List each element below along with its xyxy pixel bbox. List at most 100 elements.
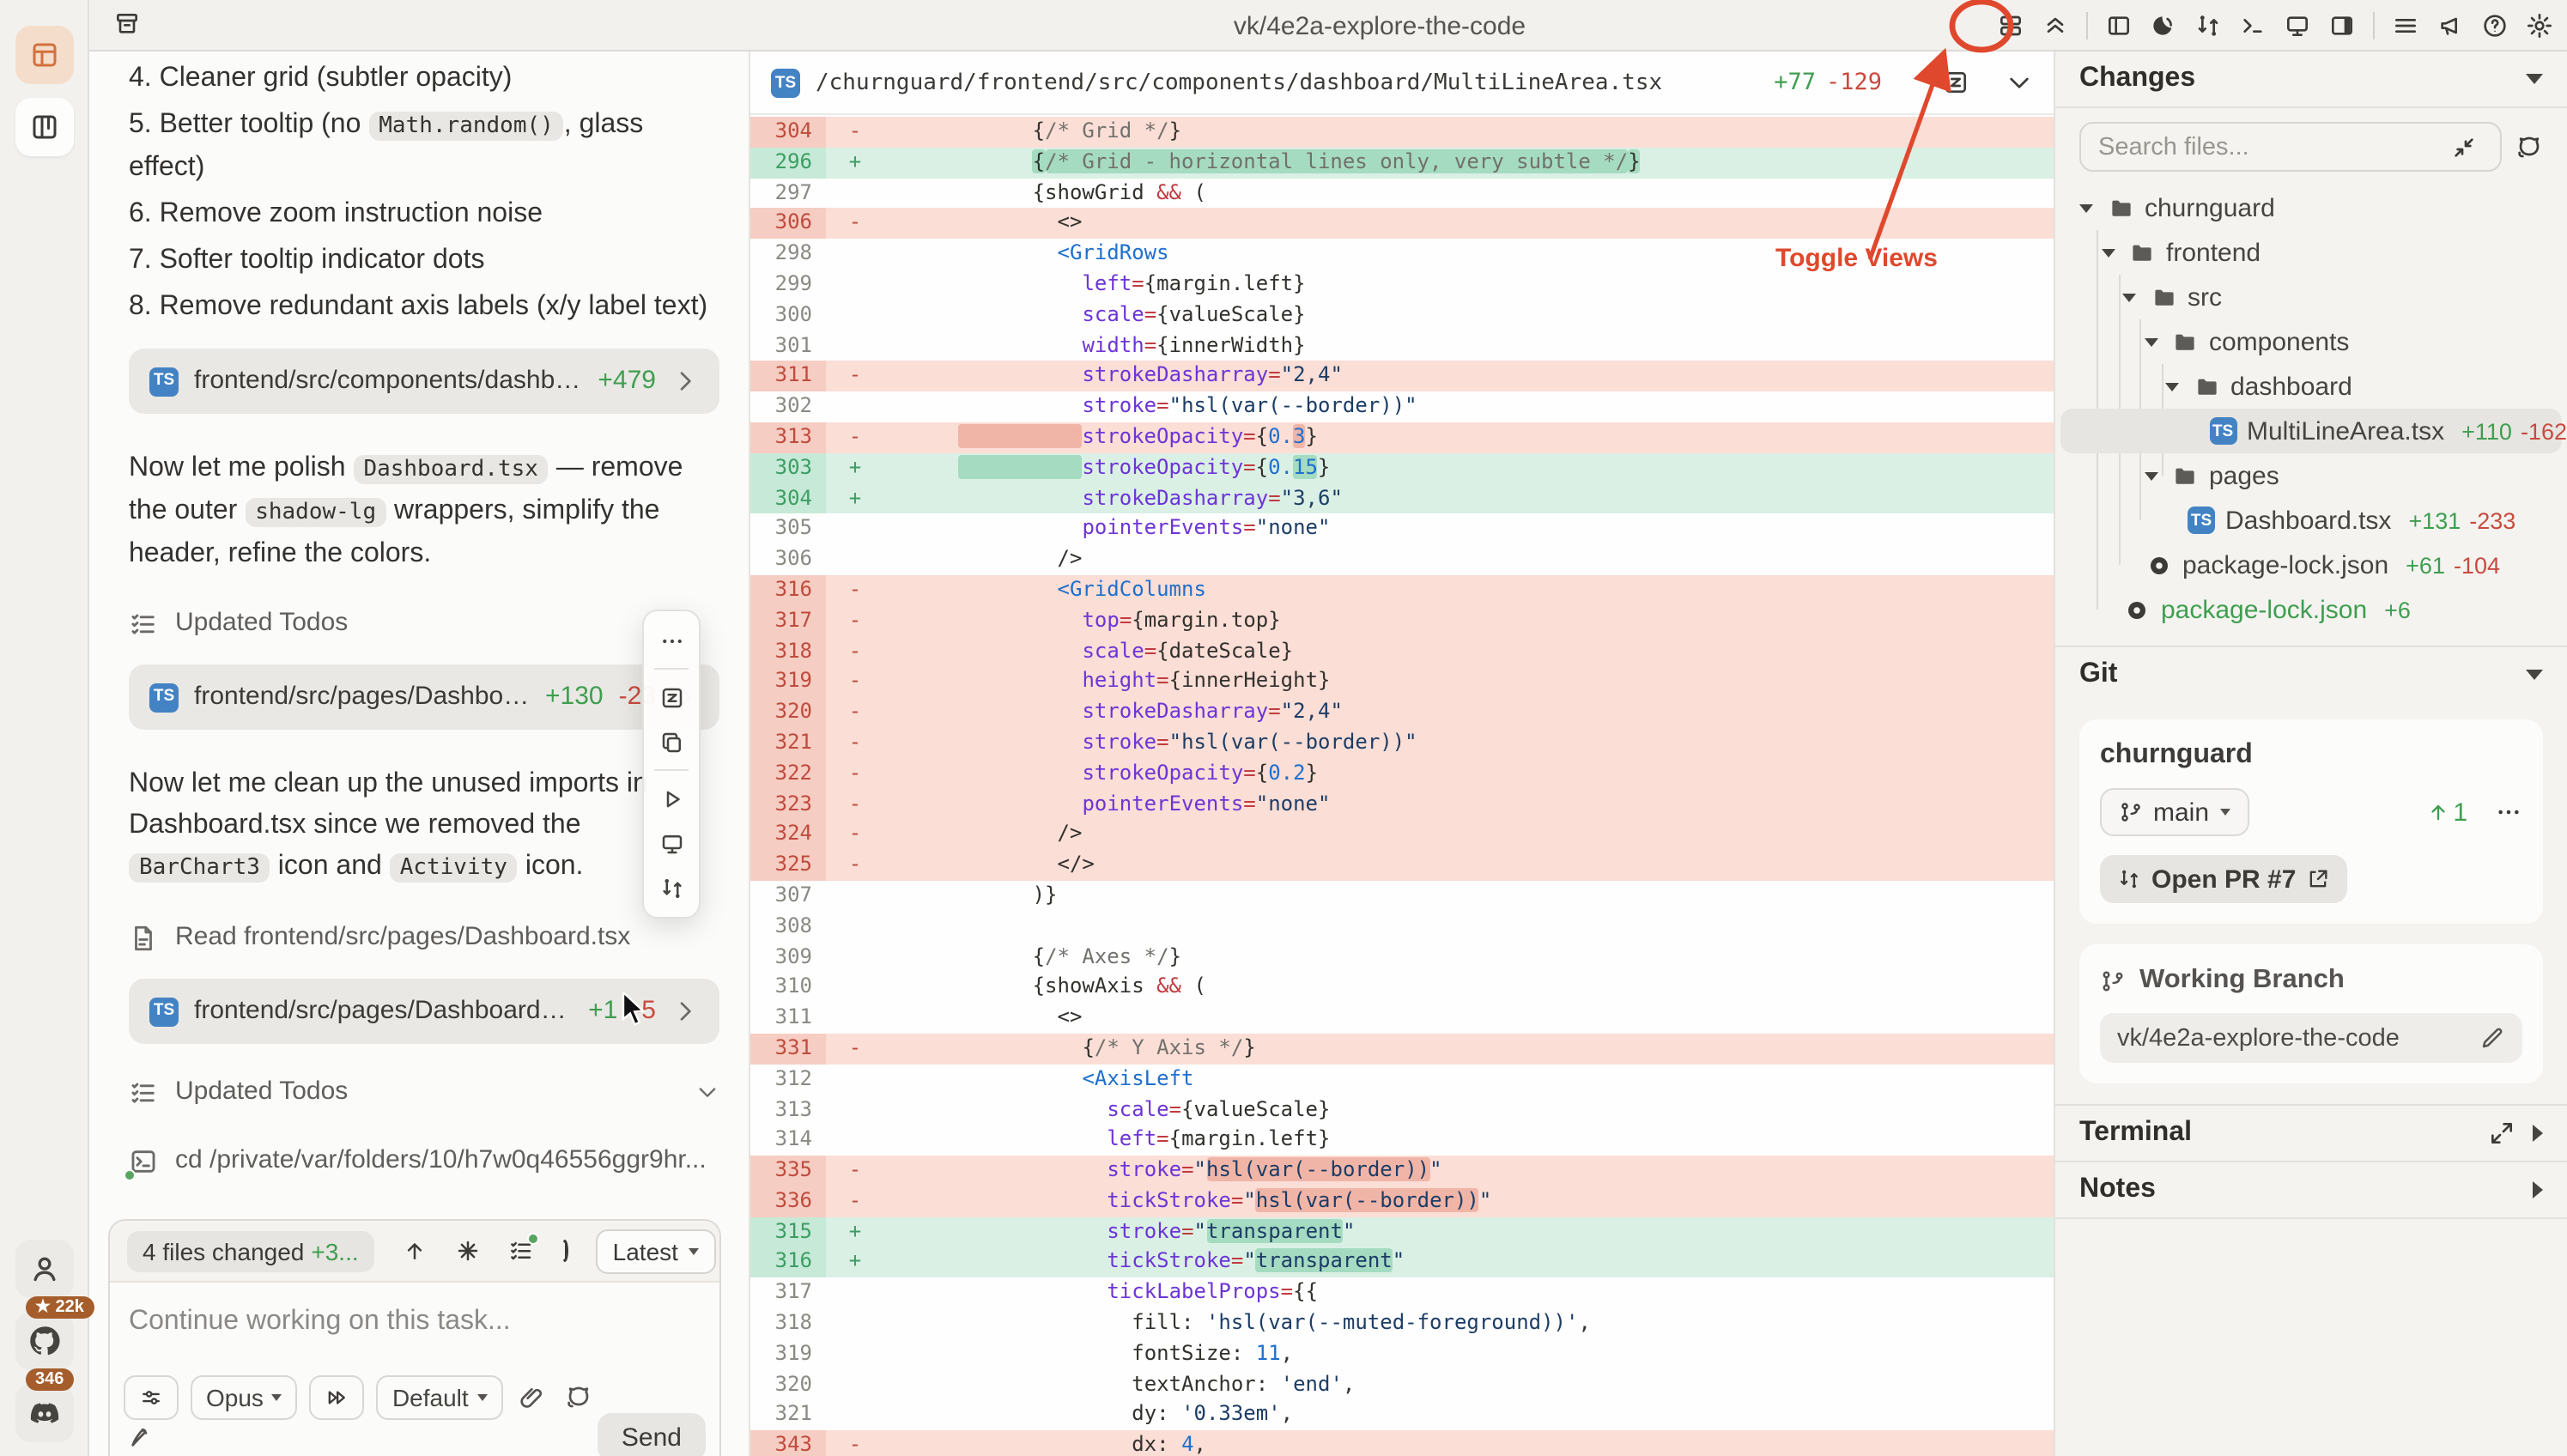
chip-file-path: frontend/src/pages/Dashboar... — [194, 676, 530, 718]
collapse-up-button[interactable] — [2038, 9, 2072, 43]
burst-icon[interactable] — [455, 1238, 481, 1264]
expand-icon[interactable] — [2488, 1119, 2515, 1147]
diff-row: 312 <AxisLeft — [750, 1064, 2054, 1095]
caret-down-icon[interactable] — [2122, 293, 2136, 301]
chevron-down-icon[interactable] — [695, 1080, 719, 1104]
terminal-section-header[interactable]: Terminal — [2055, 1104, 2567, 1161]
archive-icon[interactable] — [113, 10, 141, 38]
diff-sign: - — [826, 850, 884, 881]
tree-item-package-lock.json[interactable]: package-lock.json+61-104 — [2060, 543, 2562, 587]
file-diff-chip[interactable]: TS frontend/src/pages/Dashboar... +130 -… — [129, 664, 719, 730]
file-diff-chip[interactable]: TS frontend/src/components/dashboa... +4… — [129, 349, 719, 414]
diff-sign: - — [826, 1186, 884, 1217]
tree-item-Dashboard.tsx[interactable]: TSDashboard.tsx+131-233 — [2060, 498, 2562, 543]
rail-kanban-button[interactable] — [15, 98, 73, 156]
branch-dropdown[interactable]: main — [2100, 788, 2248, 836]
git-section-header[interactable]: Git — [2055, 646, 2567, 702]
panel-right-button[interactable] — [2325, 9, 2359, 43]
updated-todos-row[interactable]: Updated Todos — [129, 603, 719, 644]
help-button[interactable] — [2478, 9, 2512, 43]
megaphone-button[interactable] — [2433, 9, 2467, 43]
scroll-up-button[interactable] — [402, 1238, 428, 1264]
github-button[interactable] — [15, 1312, 73, 1370]
latest-dropdown[interactable]: Latest — [596, 1228, 716, 1273]
fast-forward-button[interactable] — [310, 1375, 365, 1420]
message-input[interactable]: Continue working on this task... — [129, 1307, 511, 1338]
rail-layout-button[interactable] — [15, 26, 73, 84]
working-branch-input[interactable]: vk/4e2a-explore-the-code — [2100, 1013, 2522, 1063]
theme-button[interactable] — [2146, 9, 2181, 43]
settings-sliders-button[interactable] — [124, 1375, 179, 1420]
discord-button[interactable] — [15, 1384, 73, 1442]
mode-dropdown[interactable]: Default — [377, 1375, 503, 1420]
terminal-button[interactable] — [2236, 9, 2270, 43]
compare-button[interactable] — [644, 865, 699, 910]
caret-down-icon[interactable] — [2165, 382, 2179, 391]
github-cat-icon[interactable] — [2515, 133, 2543, 161]
run-button[interactable] — [644, 776, 699, 821]
more-actions-button[interactable] — [644, 618, 699, 663]
caret-down-icon[interactable] — [2101, 248, 2115, 257]
terminal-command-row[interactable]: cd /private/var/folders/10/h7w0q46556ggr… — [129, 1140, 719, 1181]
tree-item-churnguard[interactable]: churnguard — [2060, 185, 2562, 230]
display-button[interactable] — [2280, 9, 2315, 43]
line-number: 335 — [750, 1156, 826, 1186]
model-dropdown[interactable]: Opus — [191, 1375, 298, 1420]
diff-row: 336 - tickStroke="hsl(var(--border))" — [750, 1186, 2054, 1217]
code-line: {/* Grid - horizontal lines only, very s… — [884, 148, 1641, 179]
profile-button[interactable] — [15, 1240, 73, 1298]
diff-rows[interactable]: 304 - {/* Grid */} 296 + {/* Grid - hori… — [750, 117, 2054, 1456]
search-input[interactable] — [2079, 122, 2502, 172]
tool-row-label: Updated Todos — [175, 603, 348, 644]
panel-left-button[interactable] — [2102, 9, 2136, 43]
diff-sign: - — [826, 697, 884, 728]
copy-button[interactable] — [644, 719, 699, 764]
pencil-icon[interactable] — [2479, 1025, 2505, 1051]
send-button[interactable]: Send — [598, 1413, 706, 1456]
line-number: 318 — [750, 636, 826, 667]
menu-button[interactable] — [2388, 9, 2423, 43]
toggle-views-button[interactable] — [1994, 9, 2028, 43]
diff-sign — [826, 270, 884, 300]
git-compare-icon — [658, 875, 684, 901]
line-number: 304 — [750, 117, 826, 148]
line-number: 317 — [750, 1278, 826, 1309]
collapse-tree-icon[interactable] — [2450, 133, 2478, 161]
package-lock-icon — [2145, 551, 2172, 579]
todo-list-button[interactable] — [508, 1238, 534, 1264]
line-number: 314 — [750, 1125, 826, 1156]
tree-item-dashboard[interactable]: dashboard — [2060, 364, 2562, 409]
inline-diff-icon[interactable] — [1942, 69, 1969, 96]
attach-button[interactable] — [515, 1384, 549, 1411]
list-item: 7. Softer tooltip indicator dots — [129, 240, 719, 282]
notes-section-header[interactable]: Notes — [2055, 1161, 2567, 1217]
tree-item-components[interactable]: components — [2060, 319, 2562, 364]
open-pr-button[interactable]: Open PR #7 — [2100, 855, 2347, 903]
scratchpad-button[interactable] — [127, 1423, 155, 1456]
updated-todos-row[interactable]: Updated Todos — [129, 1071, 719, 1113]
arrow-up-icon — [2425, 800, 2449, 824]
tree-item-package-lock.json[interactable]: package-lock.json+6 — [2060, 587, 2562, 632]
code-line: left={margin.left} — [884, 1125, 1330, 1156]
line-number: 297 — [750, 178, 826, 209]
git-compare-button[interactable] — [2191, 9, 2225, 43]
settings-button[interactable] — [2522, 9, 2557, 43]
tree-item-frontend[interactable]: frontend — [2060, 230, 2562, 275]
open-in-display-button[interactable] — [644, 821, 699, 865]
tree-item-MultiLineArea.tsx[interactable]: TSMultiLineArea.tsx+110-162 — [2060, 409, 2562, 453]
repo-menu-button[interactable] — [2495, 798, 2522, 826]
caret-down-icon[interactable] — [2144, 471, 2157, 480]
read-file-row[interactable]: Read frontend/src/pages/Dashboard.tsx — [129, 917, 719, 958]
chevron-down-icon[interactable] — [2006, 69, 2033, 96]
tree-item-pages[interactable]: pages — [2060, 453, 2562, 498]
edit-diff-button[interactable] — [644, 675, 699, 719]
diff-sign: - — [826, 606, 884, 637]
files-changed-chip[interactable]: 4 files changed +3... — [127, 1230, 374, 1271]
changes-section-header[interactable]: Changes — [2055, 52, 2567, 108]
diff-sign — [826, 973, 884, 1004]
agent-button[interactable] — [561, 1384, 596, 1411]
tree-item-src[interactable]: src — [2060, 275, 2562, 319]
caret-down-icon[interactable] — [2144, 337, 2157, 346]
caret-down-icon[interactable] — [2079, 203, 2093, 212]
folder-icon — [2107, 194, 2134, 221]
